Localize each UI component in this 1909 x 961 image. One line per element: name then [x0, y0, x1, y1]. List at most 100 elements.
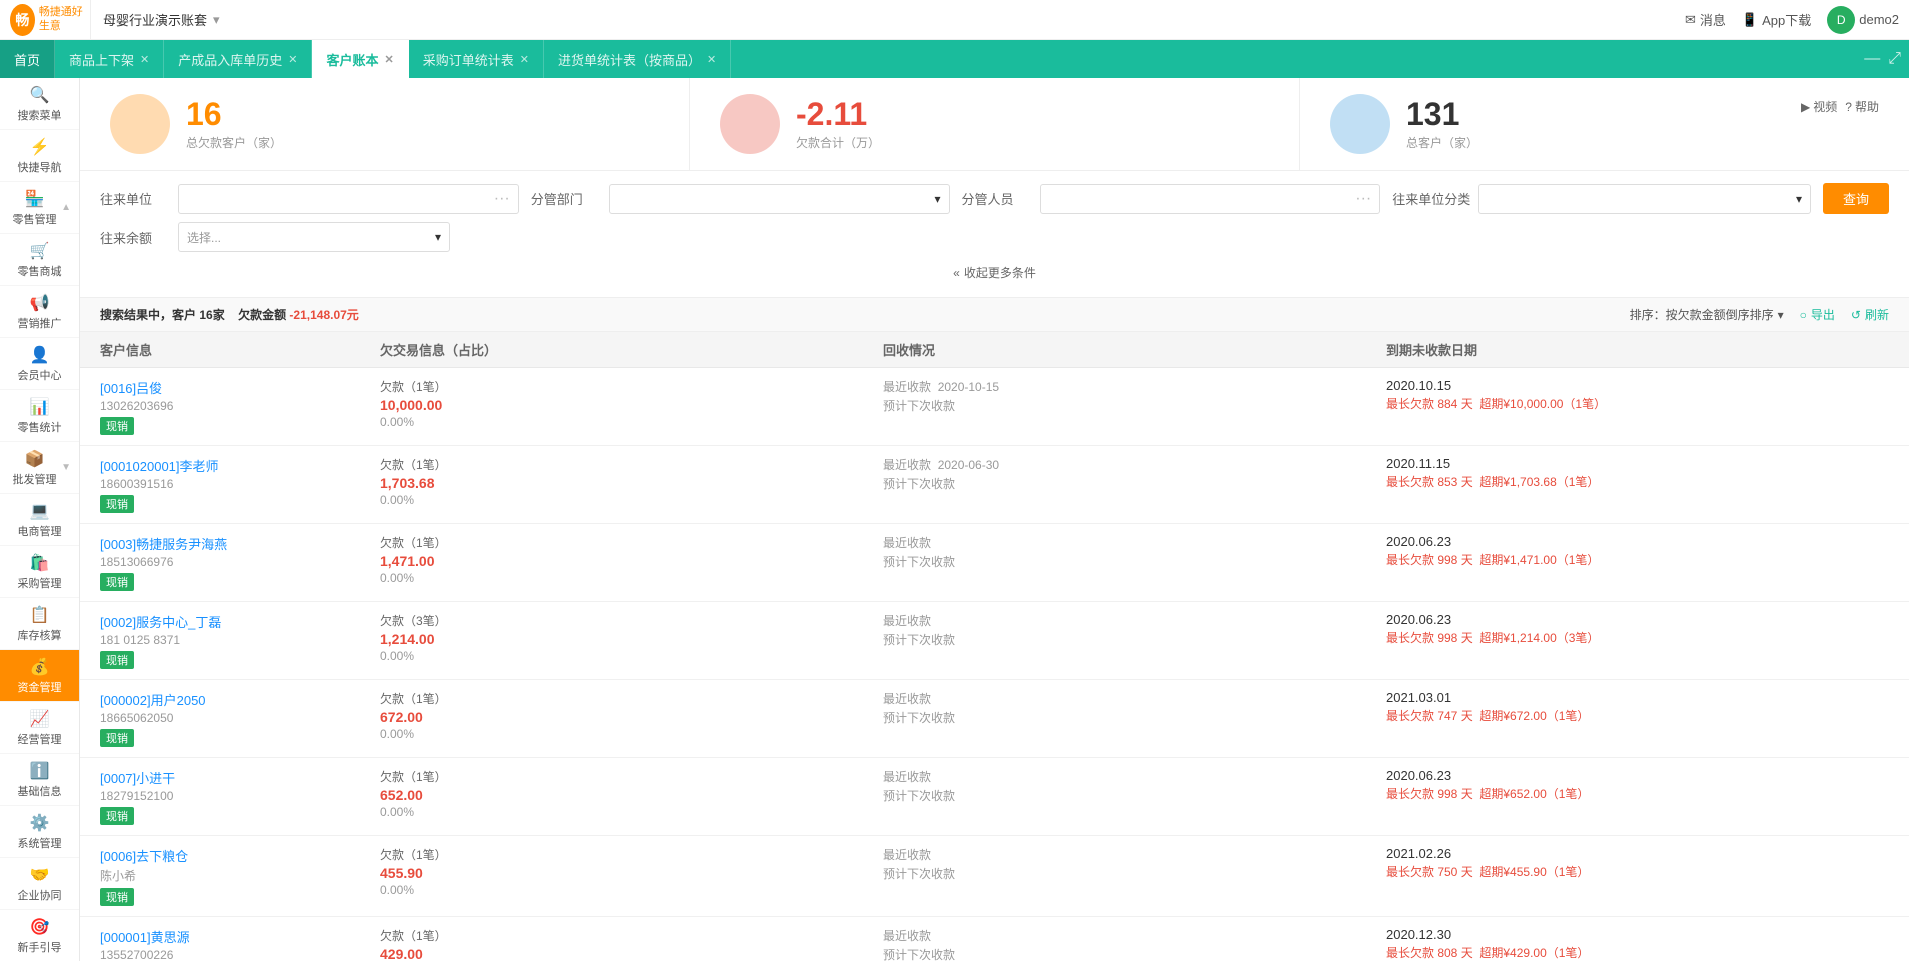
sidebar-item-wholesale-mgmt[interactable]: 📦 批发管理 ▼: [0, 442, 79, 494]
category-select[interactable]: ▾: [1478, 184, 1811, 214]
export-button[interactable]: ○ 导出: [1800, 306, 1835, 323]
table-row: [0002]服务中心_丁磊 181 0125 8371 现销 欠款（3笔） 1,…: [80, 602, 1909, 680]
help-btn[interactable]: ? 帮助: [1845, 98, 1879, 115]
tab-close-icon[interactable]: ✕: [707, 53, 716, 66]
recovery-cell-7: 最近收款 预计下次收款: [883, 846, 1386, 882]
tab-stock-stats[interactable]: 进货单统计表（按商品） ✕: [544, 40, 731, 78]
customer-cell-1: [0016]吕俊 13026203696 现销: [100, 378, 380, 435]
tab-home[interactable]: 首页: [0, 40, 55, 78]
basic-info-icon: ℹ️: [30, 761, 50, 781]
debt-cell-4: 欠款（3笔） 1,214.00 0.00%: [380, 612, 883, 663]
filter-balance-label: 往来余额: [100, 228, 170, 247]
customer-cell-5: [000002]用户2050 18665062050 现销: [100, 690, 380, 747]
customer-cell-4: [0002]服务中心_丁磊 181 0125 8371 现销: [100, 612, 380, 669]
message-button[interactable]: ✉ 消息: [1685, 10, 1726, 29]
customer-name-link[interactable]: [000001]黄思源: [100, 927, 380, 946]
sort-selector[interactable]: 排序：按欠款金额倒序排序 ▾: [1630, 306, 1784, 323]
tab-close-icon[interactable]: ✕: [520, 53, 529, 66]
debt-cell-2: 欠款（1笔） 1,703.68 0.00%: [380, 456, 883, 507]
customer-name-link[interactable]: [000002]用户2050: [100, 690, 380, 709]
department-select[interactable]: ▾: [609, 184, 950, 214]
customer-name-link[interactable]: [0002]服务中心_丁磊: [100, 612, 380, 631]
counterparty-input[interactable]: ···: [178, 184, 519, 214]
overdue-link[interactable]: 超期¥1,703.68（1笔）: [1479, 475, 1599, 489]
overdue-link[interactable]: 超期¥652.00（1笔）: [1479, 787, 1589, 801]
message-icon: ✉: [1685, 12, 1696, 28]
customer-tag: 现销: [100, 495, 134, 513]
header-right: ✉ 消息 📱 App下载 D demo2: [1685, 6, 1899, 34]
video-btn[interactable]: ▶ 视频: [1801, 98, 1837, 115]
retail-stats-icon: 📊: [30, 397, 50, 417]
due-date-cell-7: 2021.02.26 最长欠款 750 天 超期¥455.90（1笔）: [1386, 846, 1889, 880]
due-date-cell-3: 2020.06.23 最长欠款 998 天 超期¥1,471.00（1笔）: [1386, 534, 1889, 568]
tab-close-icon[interactable]: ✕: [140, 53, 149, 66]
sidebar-item-purchase-mgmt[interactable]: 🛍️ 采购管理: [0, 546, 79, 598]
overdue-link[interactable]: 超期¥10,000.00（1笔）: [1479, 397, 1606, 411]
tab-purchase-stats[interactable]: 采购订单统计表 ✕: [409, 40, 544, 78]
sidebar-item-retail-mgmt[interactable]: 🏪 零售管理 ▲: [0, 182, 79, 234]
tab-close-icon[interactable]: ✕: [385, 53, 394, 66]
tab-production-history[interactable]: 产成品入库单历史 ✕: [164, 40, 312, 78]
sidebar-item-marketing[interactable]: 📢 营销推广: [0, 286, 79, 338]
tab-goods-listing[interactable]: 商品上下架 ✕: [55, 40, 164, 78]
overdue-link[interactable]: 超期¥672.00（1笔）: [1479, 709, 1589, 723]
customer-name-link[interactable]: [0016]吕俊: [100, 378, 380, 397]
filter-counterparty-label: 往来单位: [100, 189, 170, 208]
overdue-link[interactable]: 超期¥455.90（1笔）: [1479, 865, 1589, 879]
customer-name-link[interactable]: [0003]畅捷服务尹海燕: [100, 534, 380, 553]
customer-tag: 现销: [100, 573, 134, 591]
debt-cell-7: 欠款（1笔） 455.90 0.00%: [380, 846, 883, 897]
due-date-cell-2: 2020.11.15 最长欠款 853 天 超期¥1,703.68（1笔）: [1386, 456, 1889, 490]
sidebar-item-finance[interactable]: 💰 资金管理: [0, 650, 79, 702]
sidebar-item-search[interactable]: 🔍 搜索菜单: [0, 78, 79, 130]
recovery-cell-8: 最近收款 预计下次收款: [883, 927, 1386, 961]
customer-cell-3: [0003]畅捷服务尹海燕 18513066976 现销: [100, 534, 380, 591]
sidebar-item-basic-info[interactable]: ℹ️ 基础信息: [0, 754, 79, 806]
debt-cell-5: 欠款（1笔） 672.00 0.00%: [380, 690, 883, 741]
tab-expand-icon[interactable]: ⤢: [1888, 50, 1901, 68]
sidebar-item-member-center[interactable]: 👤 会员中心: [0, 338, 79, 390]
sidebar-item-retail-mall[interactable]: 🛒 零售商城: [0, 234, 79, 286]
store-arrow-icon: ▾: [213, 12, 220, 28]
content-area: ¥ 16 总欠款客户（家） -2.11 欠款合计（万）: [80, 78, 1909, 961]
sidebar-item-newbie-guide[interactable]: 🎯 新手引导: [0, 910, 79, 961]
search-button[interactable]: 查询: [1823, 183, 1889, 214]
tab-minimize-icon[interactable]: —: [1864, 50, 1880, 68]
logo-icon: 畅: [10, 4, 35, 36]
sidebar-item-system-mgmt[interactable]: ⚙️ 系统管理: [0, 806, 79, 858]
dropdown-arrow-icon3: ▾: [435, 230, 441, 244]
app-download-button[interactable]: 📱 App下载: [1742, 10, 1811, 29]
filter-balance: 往来余额 选择... ▾: [100, 222, 450, 252]
overdue-link[interactable]: 超期¥429.00（1笔）: [1479, 946, 1589, 960]
store-selector[interactable]: 母婴行业演示账套 ▾: [90, 0, 232, 40]
due-date-cell-1: 2020.10.15 最长欠款 884 天 超期¥10,000.00（1笔）: [1386, 378, 1889, 412]
finance-icon: 💰: [30, 657, 50, 677]
sidebar-item-quick-nav[interactable]: ⚡ 快捷导航: [0, 130, 79, 182]
manager-input[interactable]: ···: [1040, 184, 1381, 214]
sidebar-item-operations[interactable]: 📈 经营管理: [0, 702, 79, 754]
tab-close-icon[interactable]: ✕: [288, 53, 297, 66]
collab-icon: 🤝: [30, 865, 50, 885]
filter-row-1: 往来单位 ··· 分管部门 ▾ 分管人员 ···: [100, 183, 1889, 214]
overdue-link[interactable]: 超期¥1,471.00（1笔）: [1479, 553, 1599, 567]
nav-tabs-actions: — ⤢: [1856, 40, 1909, 78]
recovery-cell-5: 最近收款 预计下次收款: [883, 690, 1386, 726]
sidebar-item-ecommerce[interactable]: 💻 电商管理: [0, 494, 79, 546]
customer-name-link[interactable]: [0006]去下粮仓: [100, 846, 380, 865]
marketing-icon: 📢: [30, 293, 50, 313]
user-menu[interactable]: D demo2: [1827, 6, 1899, 34]
main-layout: 🔍 搜索菜单 ⚡ 快捷导航 🏪 零售管理 ▲ 🛒 零售商城 📢 营销推广 👤 会…: [0, 78, 1909, 961]
collapse-filter-button[interactable]: « 收起更多条件: [100, 260, 1889, 285]
balance-select[interactable]: 选择... ▾: [178, 222, 450, 252]
customer-name-link[interactable]: [0007]小进干: [100, 768, 380, 787]
tab-customer-ledger[interactable]: 客户账本 ✕: [312, 40, 408, 78]
sidebar-item-retail-stats[interactable]: 📊 零售统计: [0, 390, 79, 442]
results-info: 搜索结果中，客户 16家 欠款金额 -21,148.07元: [100, 306, 359, 323]
refresh-button[interactable]: ↺ 刷新: [1851, 306, 1889, 323]
sidebar-item-enterprise-collab[interactable]: 🤝 企业协同: [0, 858, 79, 910]
customer-name-link[interactable]: [0001020001]李老师: [100, 456, 380, 475]
refresh-icon: ↺: [1851, 308, 1861, 322]
sidebar-item-inventory[interactable]: 📋 库存核算: [0, 598, 79, 650]
results-bar: 搜索结果中，客户 16家 欠款金额 -21,148.07元 排序：按欠款金额倒序…: [80, 298, 1909, 332]
overdue-link[interactable]: 超期¥1,214.00（3笔）: [1479, 631, 1599, 645]
